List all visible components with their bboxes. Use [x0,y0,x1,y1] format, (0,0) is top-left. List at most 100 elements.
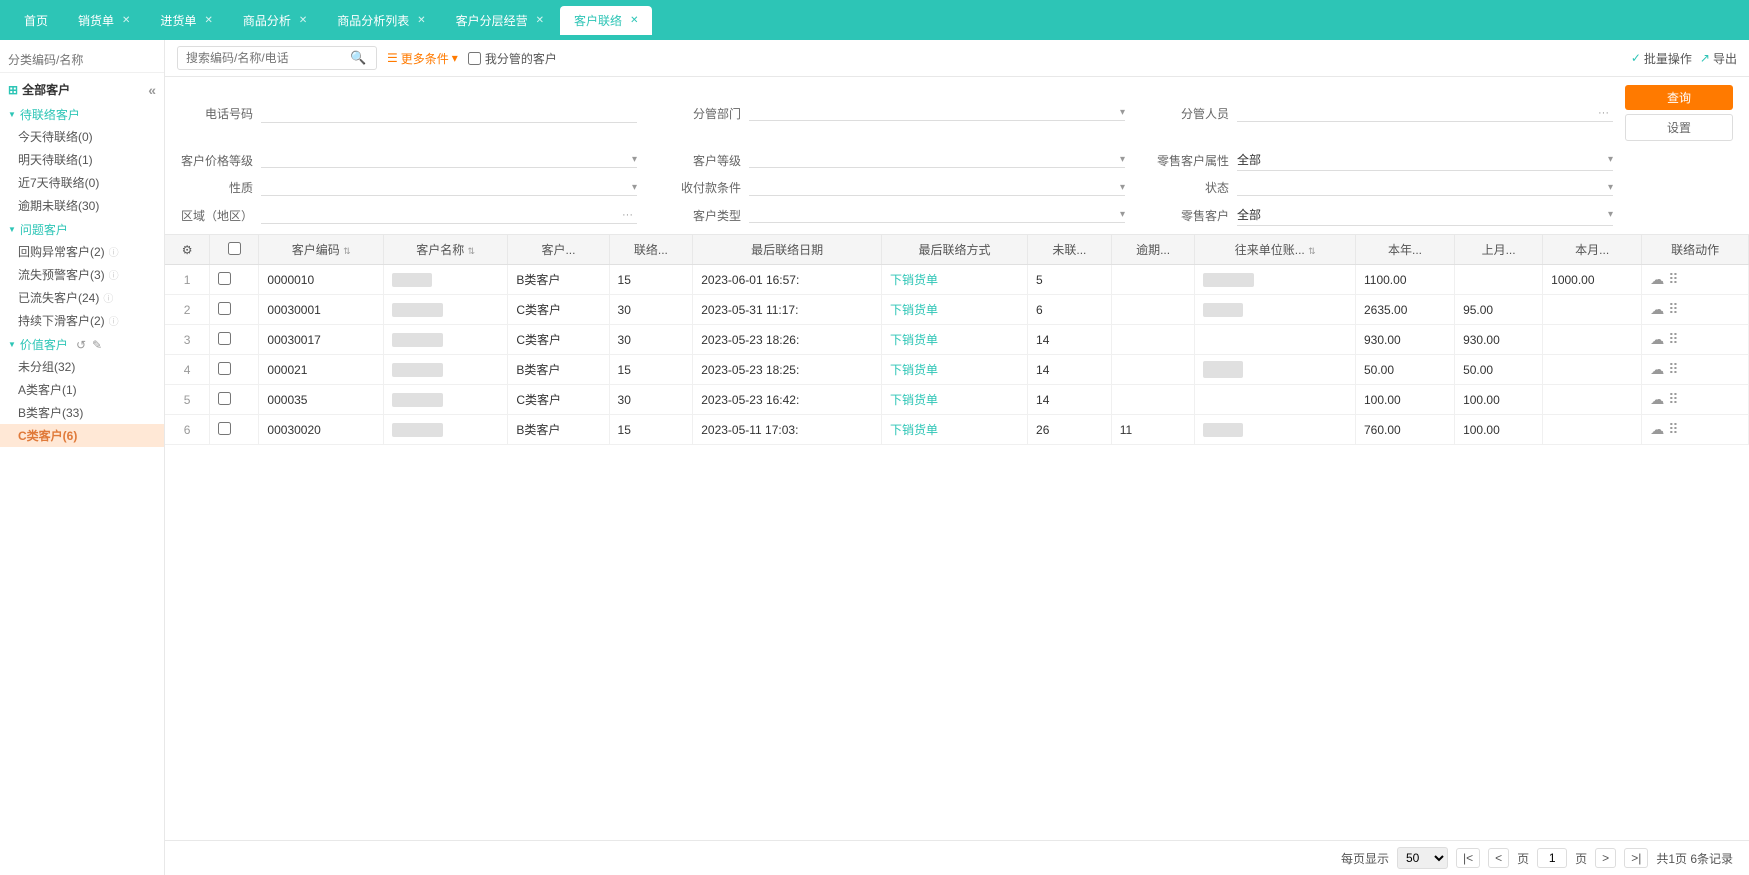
row-checkbox[interactable] [218,332,231,345]
col-code[interactable]: 客户编码 ⇅ [259,235,383,265]
payment-select[interactable]: ▾ [749,180,1125,196]
customer-type-cell: B类客户 [508,415,609,445]
more-actions-icon[interactable]: ⠿ [1668,331,1678,348]
nav-home[interactable]: 首页 [10,6,62,35]
nature-select[interactable]: ▾ [261,180,637,196]
close-customer-contact[interactable]: ✕ [630,15,638,26]
select-all-checkbox[interactable] [228,242,241,255]
contact-action-icon[interactable]: ☁ [1650,271,1664,288]
retail-attr-arrow: ▾ [1608,154,1613,165]
customer-type-select[interactable]: ▾ [749,207,1125,223]
sidebar-item-ungrouped[interactable]: 未分组(32) [0,355,164,378]
last-page-button[interactable]: >| [1624,848,1648,868]
sidebar-item-churn-warning[interactable]: 流失预警客户(3) ⓘ [0,263,164,286]
batch-ops-button[interactable]: ✓ 批量操作 [1631,50,1692,67]
row-number: 6 [165,415,210,445]
sidebar-item-overdue[interactable]: 逾期未联络(30) [0,194,164,217]
price-level-select[interactable]: ▾ [261,152,637,168]
dept-select[interactable]: ▾ [749,105,1125,121]
last-method-link[interactable]: 下销货单 [890,303,938,317]
contact-action-icon[interactable]: ☁ [1650,361,1664,378]
sidebar-item-today[interactable]: 今天待联络(0) [0,125,164,148]
sidebar-item-class-c[interactable]: C类客户(6) [0,424,164,447]
prev-page-button[interactable]: < [1488,848,1509,868]
nav-customer-segmentation[interactable]: 客户分层经营 ✕ [442,6,558,35]
close-product-analysis-list[interactable]: ✕ [417,15,425,26]
close-product-analysis[interactable]: ✕ [299,15,307,26]
close-customer-segmentation[interactable]: ✕ [536,15,544,26]
filter-more-conditions[interactable]: ☰ 更多条件 ▾ [387,50,458,67]
col-last-month: 上月... [1455,235,1543,265]
triangle-down-icon3: ▼ [8,340,16,349]
close-purchase-order[interactable]: ✕ [204,15,212,26]
my-customers-check[interactable] [468,52,481,65]
sidebar-item-tomorrow[interactable]: 明天待联络(1) [0,148,164,171]
row-checkbox[interactable] [218,392,231,405]
contact-action-icon[interactable]: ☁ [1650,301,1664,318]
sidebar-pending-group[interactable]: ▼ 待联络客户 [0,102,164,125]
phone-input[interactable] [261,104,637,123]
search-input[interactable] [186,51,346,65]
query-button[interactable]: 查询 [1625,85,1733,110]
contact-action-icon[interactable]: ☁ [1650,331,1664,348]
more-actions-icon[interactable]: ⠿ [1668,301,1678,318]
sidebar-item-class-a[interactable]: A类客户(1) [0,378,164,401]
sidebar-item-class-b[interactable]: B类客户(33) [0,401,164,424]
overdue-days: 11 [1111,415,1195,445]
nav-product-analysis[interactable]: 商品分析 ✕ [229,6,321,35]
last-method-link[interactable]: 下销货单 [890,423,938,437]
sidebar-value-group[interactable]: ▼ 价值客户 ↺ ✎ [0,332,164,355]
edit-icon[interactable]: ✎ [92,338,102,352]
sidebar-item-repurchase-abnormal[interactable]: 回购异常客户(2) ⓘ [0,240,164,263]
status-select[interactable]: ▾ [1237,180,1613,196]
col-gear[interactable]: ⚙ [165,235,210,265]
row-checkbox[interactable] [218,302,231,315]
col-account[interactable]: 往来单位账... ⇅ [1195,235,1356,265]
my-customers-checkbox[interactable]: 我分管的客户 [468,50,557,67]
contact-action-icon[interactable]: ☁ [1650,421,1664,438]
customer-code: 000021 [259,355,383,385]
more-actions-icon[interactable]: ⠿ [1668,421,1678,438]
no-contact-days: 14 [1028,355,1112,385]
contact-action-icon[interactable]: ☁ [1650,391,1664,408]
per-page-select[interactable]: 50 100 200 [1397,847,1448,869]
last-method-link[interactable]: 下销货单 [890,333,938,347]
customer-level-select[interactable]: ▾ [749,152,1125,168]
setting-button[interactable]: 设置 [1625,114,1733,141]
nav-customer-contact[interactable]: 客户联络 ✕ [560,6,652,35]
more-actions-icon[interactable]: ⠿ [1668,271,1678,288]
person-more-icon[interactable]: ··· [1594,107,1613,119]
last-method-link[interactable]: 下销货单 [890,363,938,377]
nav-product-analysis-list[interactable]: 商品分析列表 ✕ [323,6,439,35]
person-select[interactable]: ··· [1237,105,1613,122]
collapse-icon[interactable]: « [148,82,156,98]
nav-sales-order[interactable]: 销货单 ✕ [64,6,144,35]
sidebar-all-customers[interactable]: ⊞ 全部客户 « [0,77,164,102]
sidebar-item-7days[interactable]: 近7天待联络(0) [0,171,164,194]
more-actions-icon[interactable]: ⠿ [1668,361,1678,378]
row-checkbox[interactable] [218,362,231,375]
next-page-button[interactable]: > [1595,848,1616,868]
retail-select[interactable]: 全部 ▾ [1237,204,1613,226]
refresh-icon[interactable]: ↺ [76,338,86,352]
sidebar-search-input[interactable] [8,53,163,67]
page-input[interactable] [1537,848,1567,868]
export-button[interactable]: ↗ 导出 [1700,50,1737,67]
sidebar-item-churned[interactable]: 已流失客户(24) ⓘ [0,286,164,309]
search-icon[interactable]: 🔍 [350,50,366,66]
row-checkbox[interactable] [218,422,231,435]
last-method-link[interactable]: 下销货单 [890,273,938,287]
customer-name-cell: ██████ [383,385,507,415]
last-method-link[interactable]: 下销货单 [890,393,938,407]
close-sales-order[interactable]: ✕ [122,15,130,26]
col-name[interactable]: 客户名称 ⇅ [383,235,507,265]
region-select[interactable]: ··· [261,207,637,224]
nav-purchase-order[interactable]: 进货单 ✕ [146,6,226,35]
first-page-button[interactable]: |< [1456,848,1480,868]
retail-attr-select[interactable]: 全部 ▾ [1237,149,1613,171]
sidebar-item-declining[interactable]: 持续下滑客户(2) ⓘ [0,309,164,332]
sidebar-problem-group[interactable]: ▼ 问题客户 [0,217,164,240]
more-actions-icon[interactable]: ⠿ [1668,391,1678,408]
region-more-icon[interactable]: ··· [618,209,637,221]
row-checkbox[interactable] [218,272,231,285]
